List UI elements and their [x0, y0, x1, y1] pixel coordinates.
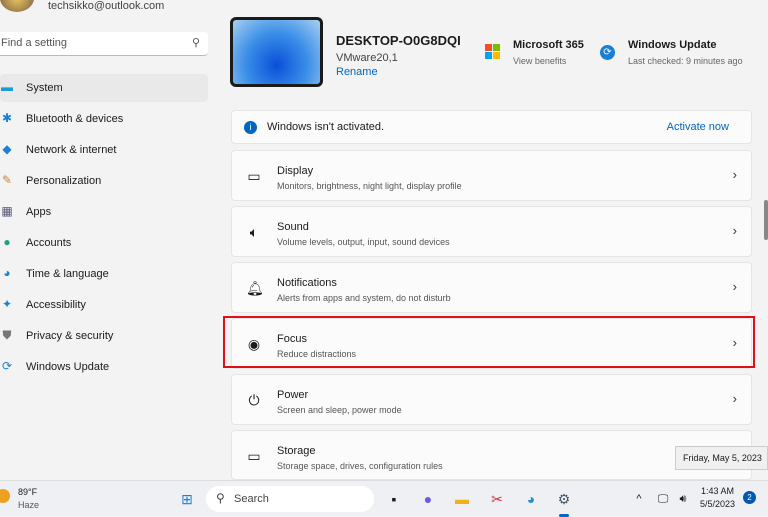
row-title: Notifications [277, 277, 337, 289]
taskbar: 89°F Haze ⊞ ⚲ Search ▪ ● ▬ ✂ ◕ ⚙ ^ 🖵︎ 🔊︎ … [0, 480, 768, 517]
network-icon[interactable]: 🖵︎ [654, 490, 672, 508]
row-title: Storage [277, 445, 316, 457]
update-title[interactable]: Windows Update [628, 39, 717, 51]
sidebar-item-bluetooth[interactable]: ✱ Bluetooth & devices [0, 105, 208, 133]
paint-icon[interactable]: ◕ [522, 490, 540, 508]
sidebar-item-apps[interactable]: ▦ Apps [0, 198, 208, 226]
bluetooth-icon: ✱ [1, 111, 13, 125]
focus-highlight-box [223, 316, 755, 368]
scrollbar[interactable] [764, 200, 768, 240]
rename-link[interactable]: Rename [336, 66, 378, 78]
chevron-up-icon[interactable]: ^ [630, 490, 648, 508]
settings-gear-icon[interactable]: ⚙ [555, 490, 573, 508]
teams-chat-icon[interactable]: ● [419, 490, 437, 508]
taskbar-search-label: Search [234, 493, 269, 505]
sidebar-item-label: Windows Update [26, 361, 110, 373]
wifi-icon: ◆ [2, 142, 12, 156]
date-tooltip: Friday, May 5, 2023 [675, 446, 768, 470]
chevron-right-icon: › [732, 223, 737, 238]
bell-icon: 🔔︎ [246, 280, 264, 296]
device-model: VMware20,1 [336, 52, 398, 64]
start-windows-icon[interactable]: ⊞ [178, 490, 196, 508]
weather-condition[interactable]: Haze [18, 500, 39, 510]
sidebar-item-windows-update[interactable]: ⟳ Windows Update [0, 353, 208, 381]
person-icon: ● [3, 235, 11, 249]
ms365-sub[interactable]: View benefits [513, 56, 566, 66]
brush-icon: ✎ [1, 173, 13, 187]
search-icon: ⚲ [191, 37, 200, 49]
weather-icon [0, 489, 10, 503]
search-icon: ⚲ [216, 491, 225, 505]
settings-row-notifications[interactable]: 🔔︎ Notifications Alerts from apps and syst… [231, 262, 752, 313]
sidebar-item-label: Personalization [26, 175, 102, 187]
info-icon: i [244, 121, 257, 134]
shield-icon: ⛊ [2, 328, 12, 342]
microsoft-logo-icon [485, 44, 500, 59]
sidebar-item-label: System [26, 82, 63, 94]
row-subtitle: Screen and sleep, power mode [277, 405, 402, 415]
search-placeholder: Find a setting [1, 37, 68, 49]
row-title: Sound [277, 221, 309, 233]
taskbar-search[interactable]: ⚲ Search [206, 486, 374, 512]
avatar[interactable] [0, 0, 34, 12]
storage-icon: ▭ [247, 448, 261, 464]
clock-date: 5/5/2023 [700, 499, 736, 509]
volume-icon[interactable]: 🔊︎ [674, 490, 692, 508]
sidebar-item-time-language[interactable]: ◕ Time & language [0, 260, 208, 288]
ms365-title[interactable]: Microsoft 365 [513, 39, 584, 51]
desktop-wallpaper-thumbnail [230, 17, 323, 87]
activation-banner: i Windows isn't activated. Activate now [231, 110, 752, 144]
globe-clock-icon: ◕ [3, 266, 11, 280]
activation-message: Windows isn't activated. [267, 121, 385, 133]
sidebar-item-label: Network & internet [26, 144, 117, 156]
row-title: Power [277, 389, 309, 401]
settings-row-storage[interactable]: ▭ Storage Storage space, drives, configura… [231, 430, 752, 480]
display-icon: ▭ [247, 168, 261, 184]
snipping-tool-icon[interactable]: ✂ [488, 490, 506, 508]
row-subtitle: Storage space, drives, configuration rul… [277, 461, 443, 471]
row-subtitle: Volume levels, output, input, sound devi… [277, 237, 450, 247]
row-title: Display [277, 165, 314, 177]
settings-row-power[interactable]: ⏻ Power Screen and sleep, power mode › [231, 374, 752, 425]
weather-temp[interactable]: 89°F [18, 487, 37, 497]
sidebar-item-label: Bluetooth & devices [26, 113, 124, 125]
apps-icon: ▦ [1, 204, 13, 218]
sidebar-item-network[interactable]: ◆ Network & internet [0, 136, 208, 164]
task-view-icon[interactable]: ▪ [385, 490, 403, 508]
sidebar-item-accessibility[interactable]: ✦ Accessibility [0, 291, 208, 319]
file-explorer-icon[interactable]: ▬ [453, 490, 471, 508]
activate-now-button[interactable]: Activate now [667, 121, 729, 133]
device-name: DESKTOP-O0G8DQI [336, 33, 461, 48]
settings-row-sound[interactable]: 🔈︎ Sound Volume levels, output, input, sou… [231, 206, 752, 257]
sidebar-item-label: Privacy & security [26, 330, 114, 342]
account-email: techsikko@outlook.com [48, 0, 165, 12]
sidebar-item-label: Accessibility [26, 299, 86, 311]
sidebar-item-label: Apps [26, 206, 52, 218]
chevron-right-icon: › [732, 279, 737, 294]
update-last-checked: Last checked: 9 minutes ago [628, 56, 743, 66]
notification-badge[interactable]: 2 [743, 491, 756, 504]
sidebar-item-label: Time & language [26, 268, 109, 280]
sidebar-item-system[interactable]: ▬ System [0, 74, 208, 102]
accessibility-icon: ✦ [1, 297, 13, 311]
speaker-icon: 🔈︎ [249, 224, 259, 240]
update-icon: ⟳ [1, 359, 13, 373]
sidebar-item-label: Accounts [26, 237, 72, 249]
search-input[interactable]: Find a setting ⚲ [0, 32, 208, 56]
settings-row-display[interactable]: ▭ Display Monitors, brightness, night ligh… [231, 150, 752, 201]
sidebar-item-privacy[interactable]: ⛊ Privacy & security [0, 322, 208, 350]
row-subtitle: Monitors, brightness, night light, displ… [277, 181, 462, 191]
monitor-icon: ▬ [1, 80, 13, 94]
sidebar-item-accounts[interactable]: ● Accounts [0, 229, 208, 257]
row-subtitle: Alerts from apps and system, do not dist… [277, 293, 451, 303]
power-icon: ⏻ [248, 392, 260, 408]
clock-time: 1:43 AM [701, 486, 735, 496]
clock[interactable]: 1:43 AM 5/5/2023 [700, 486, 735, 509]
chevron-right-icon: › [732, 167, 737, 182]
windows-update-icon: ⟳ [600, 45, 615, 60]
sidebar-item-personalization[interactable]: ✎ Personalization [0, 167, 208, 195]
chevron-right-icon: › [732, 391, 737, 406]
